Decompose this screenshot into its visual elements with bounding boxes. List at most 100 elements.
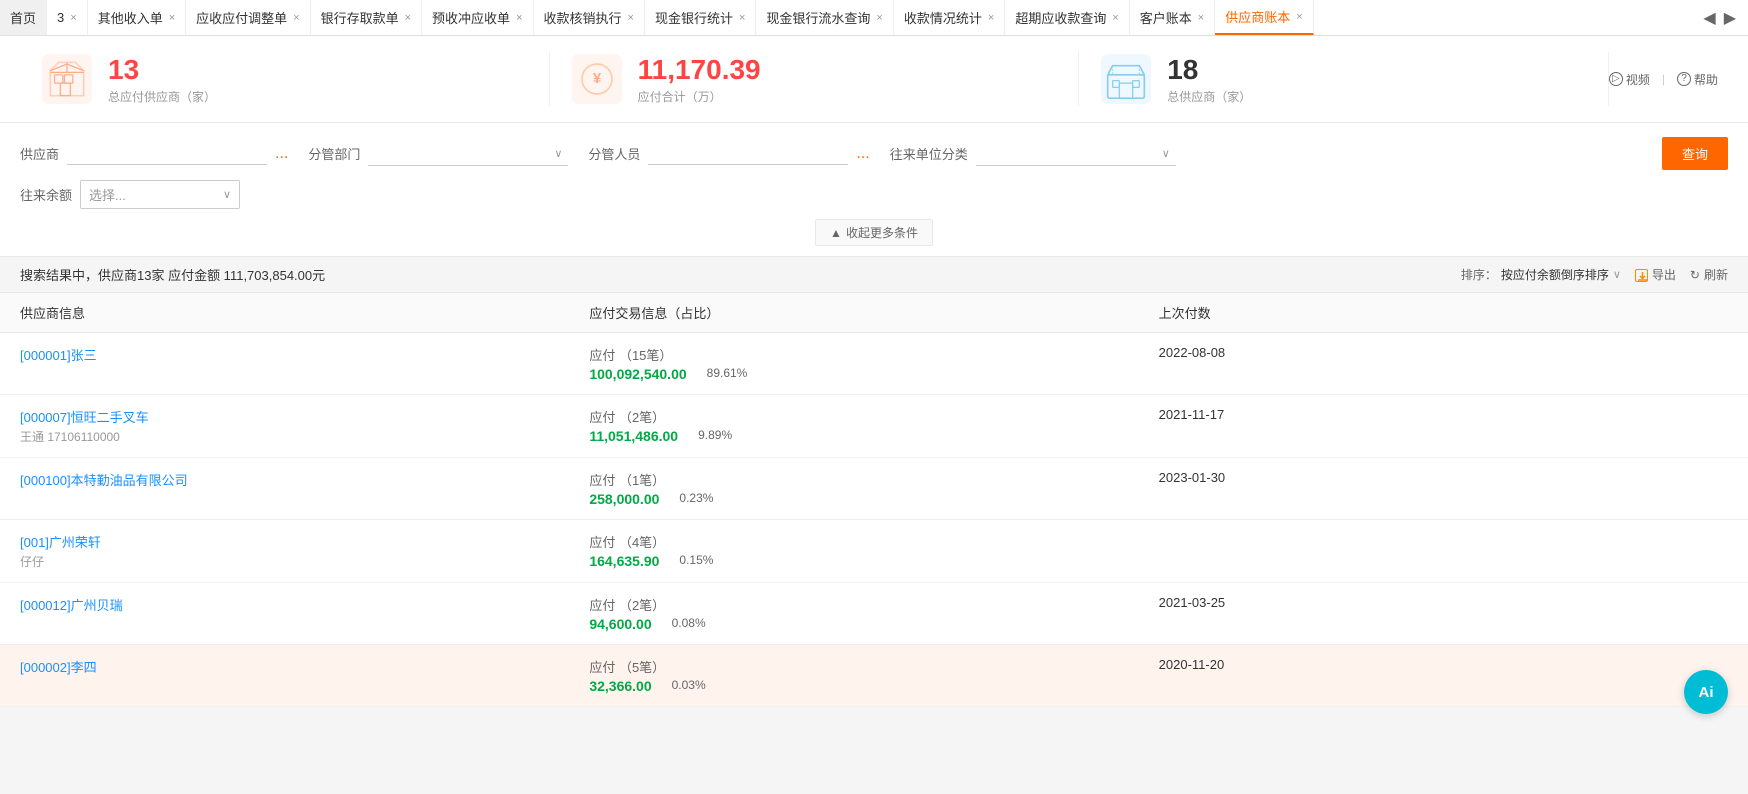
person-dots[interactable]: ... <box>856 145 869 163</box>
close-icon[interactable]: × <box>1198 12 1204 24</box>
trans-value[interactable]: 100,092,540.00 <box>589 366 686 382</box>
balance-select[interactable]: 选择... ∨ <box>80 180 240 209</box>
close-icon[interactable]: × <box>1296 11 1302 23</box>
col-trans-info: 应付交易信息（占比） <box>589 303 1158 322</box>
summary-card-payable-suppliers: 13 总应付供应商（家） <box>20 52 550 106</box>
person-input[interactable] <box>648 143 848 165</box>
sort-chevron-icon: ∨ <box>1613 268 1621 281</box>
close-icon[interactable]: × <box>988 12 994 24</box>
close-icon[interactable]: × <box>70 12 76 24</box>
filter-supplier: 供应商 ... <box>20 143 288 165</box>
card1-content: 13 总应付供应商（家） <box>108 53 216 106</box>
money-icon: ¥ <box>570 52 624 106</box>
nav-bank-deposit[interactable]: 银行存取款单 × <box>311 0 422 35</box>
supplier-link[interactable]: [000007]恒旺二手叉车 <box>20 410 149 425</box>
export-button[interactable]: 导出 <box>1635 266 1676 283</box>
close-icon[interactable]: × <box>876 12 882 24</box>
nav-cash-bank-stat[interactable]: 现金银行统计 × <box>645 0 756 35</box>
card3-value: 18 <box>1167 53 1251 87</box>
nav-cash-bank-flow[interactable]: 现金银行流水查询 × <box>756 0 893 35</box>
close-icon[interactable]: × <box>293 12 299 24</box>
trans-row: 应付 （1笔） <box>589 470 1158 489</box>
supplier-link[interactable]: [000012]广州贝瑞 <box>20 598 123 613</box>
balance-label: 往来余额 <box>20 185 72 204</box>
close-icon[interactable]: × <box>516 12 522 24</box>
trans-pct: 0.15% <box>679 553 713 567</box>
trans-value[interactable]: 32,366.00 <box>589 678 651 694</box>
trans-pct: 0.08% <box>672 616 706 630</box>
result-bar: 搜索结果中，供应商13家 应付金额 111,703,854.00元 排序： 按应… <box>0 257 1748 293</box>
collapse-button[interactable]: ▲ 收起更多条件 <box>815 219 933 246</box>
trans-value[interactable]: 94,600.00 <box>589 616 651 632</box>
table-row: [001]广州荣轩 仔仔 应付 （4笔） 164,635.90 0.15% <box>0 520 1748 583</box>
trans-value[interactable]: 11,051,486.00 <box>589 428 678 444</box>
close-icon[interactable]: × <box>628 12 634 24</box>
nav-next-arrow[interactable]: ▶ <box>1720 6 1740 30</box>
filter-category: 往来单位分类 ∨ <box>890 142 1176 166</box>
trans-value[interactable]: 164,635.90 <box>589 553 659 569</box>
close-icon[interactable]: × <box>405 12 411 24</box>
trans-info-cell: 应付 （4笔） 164,635.90 0.15% <box>589 532 1158 569</box>
collapse-up-icon: ▲ <box>830 226 842 240</box>
video-circle-icon: ▷ <box>1609 72 1623 86</box>
trans-label: 应付 （2笔） <box>589 407 665 426</box>
ai-button[interactable]: Ai <box>1684 670 1728 714</box>
nav-overdue-ar[interactable]: 超期应收款查询 × <box>1005 0 1129 35</box>
supplier-table: 供应商信息 应付交易信息（占比） 上次付数 [000001]张三 应付 （15笔… <box>0 293 1748 707</box>
close-icon[interactable]: × <box>739 12 745 24</box>
nav-payment-verify[interactable]: 收款核销执行 × <box>534 0 645 35</box>
collapse-label: 收起更多条件 <box>846 224 918 241</box>
dept-chevron-down-icon: ∨ <box>554 147 562 160</box>
nav-tab-3[interactable]: 3 × <box>47 0 88 35</box>
refresh-label: 刷新 <box>1704 266 1728 283</box>
supplier-dots[interactable]: ... <box>275 145 288 163</box>
nav-ar-ap-adjust-label: 应收应付调整单 <box>196 8 287 27</box>
nav-supplier-ledger[interactable]: 供应商账本 × <box>1215 0 1313 35</box>
query-button[interactable]: 查询 <box>1662 137 1728 170</box>
help-link[interactable]: ? 帮助 <box>1677 71 1718 88</box>
supplier-link[interactable]: [000002]李四 <box>20 660 97 675</box>
last-pay-date: 2021-03-25 <box>1159 595 1226 610</box>
nav-supplier-ledger-label: 供应商账本 <box>1225 7 1290 26</box>
nav-receipt-stat[interactable]: 收款情况统计 × <box>894 0 1005 35</box>
trans-value-row: 258,000.00 0.23% <box>589 489 1158 507</box>
nav-cash-bank-flow-label: 现金银行流水查询 <box>766 8 870 27</box>
summary-card-total-suppliers: 18 总供应商（家） <box>1079 52 1609 106</box>
trans-label: 应付 （5笔） <box>589 657 665 676</box>
trans-info-cell: 应付 （1笔） 258,000.00 0.23% <box>589 470 1158 507</box>
dept-select[interactable]: ∨ <box>368 142 568 166</box>
category-select[interactable]: ∨ <box>976 142 1176 166</box>
card2-value: 11,170.39 <box>638 53 761 87</box>
trans-pct: 0.03% <box>672 678 706 692</box>
ai-label: Ai <box>1699 684 1714 701</box>
nav-other-income-label: 其他收入单 <box>98 8 163 27</box>
supplier-info-cell: [000012]广州贝瑞 <box>20 595 589 614</box>
supplier-link[interactable]: [000001]张三 <box>20 348 97 363</box>
supplier-link[interactable]: [001]广州荣轩 <box>20 535 101 550</box>
video-link[interactable]: ▷ 视频 <box>1609 71 1650 88</box>
supplier-link[interactable]: [000100]本特勤油品有限公司 <box>20 473 188 488</box>
trans-label: 应付 （15笔） <box>589 345 672 364</box>
trans-value[interactable]: 258,000.00 <box>589 491 659 507</box>
nav-other-income[interactable]: 其他收入单 × <box>88 0 186 35</box>
last-pay-date: 2021-11-17 <box>1159 407 1225 422</box>
trans-info-cell: 应付 （5笔） 32,366.00 0.03% <box>589 657 1158 694</box>
sort-value[interactable]: 按应付余额倒序排序 <box>1501 266 1609 283</box>
supplier-input[interactable] <box>67 143 267 165</box>
close-icon[interactable]: × <box>1112 12 1118 24</box>
supplier-info-cell: [000001]张三 <box>20 345 589 364</box>
card2-label: 应付合计（万） <box>638 88 761 105</box>
nav-customer-ledger[interactable]: 客户账本 × <box>1130 0 1215 35</box>
nav-cash-bank-stat-label: 现金银行统计 <box>655 8 733 27</box>
table-row: [000012]广州贝瑞 应付 （2笔） 94,600.00 0.08% 202… <box>0 583 1748 645</box>
nav-home[interactable]: 首页 <box>0 0 47 35</box>
nav-ar-ap-adjust[interactable]: 应收应付调整单 × <box>186 0 310 35</box>
result-info: 搜索结果中，供应商13家 应付金额 111,703,854.00元 <box>20 265 1461 284</box>
close-icon[interactable]: × <box>169 12 175 24</box>
trans-label: 应付 （4笔） <box>589 532 665 551</box>
last-pay-date: 2023-01-30 <box>1159 470 1226 485</box>
refresh-button[interactable]: ↻ 刷新 <box>1690 266 1728 283</box>
nav-prepay-offset[interactable]: 预收冲应收单 × <box>422 0 533 35</box>
nav-tab-3-label: 3 <box>57 10 64 25</box>
nav-prev-arrow[interactable]: ◀ <box>1699 6 1719 30</box>
